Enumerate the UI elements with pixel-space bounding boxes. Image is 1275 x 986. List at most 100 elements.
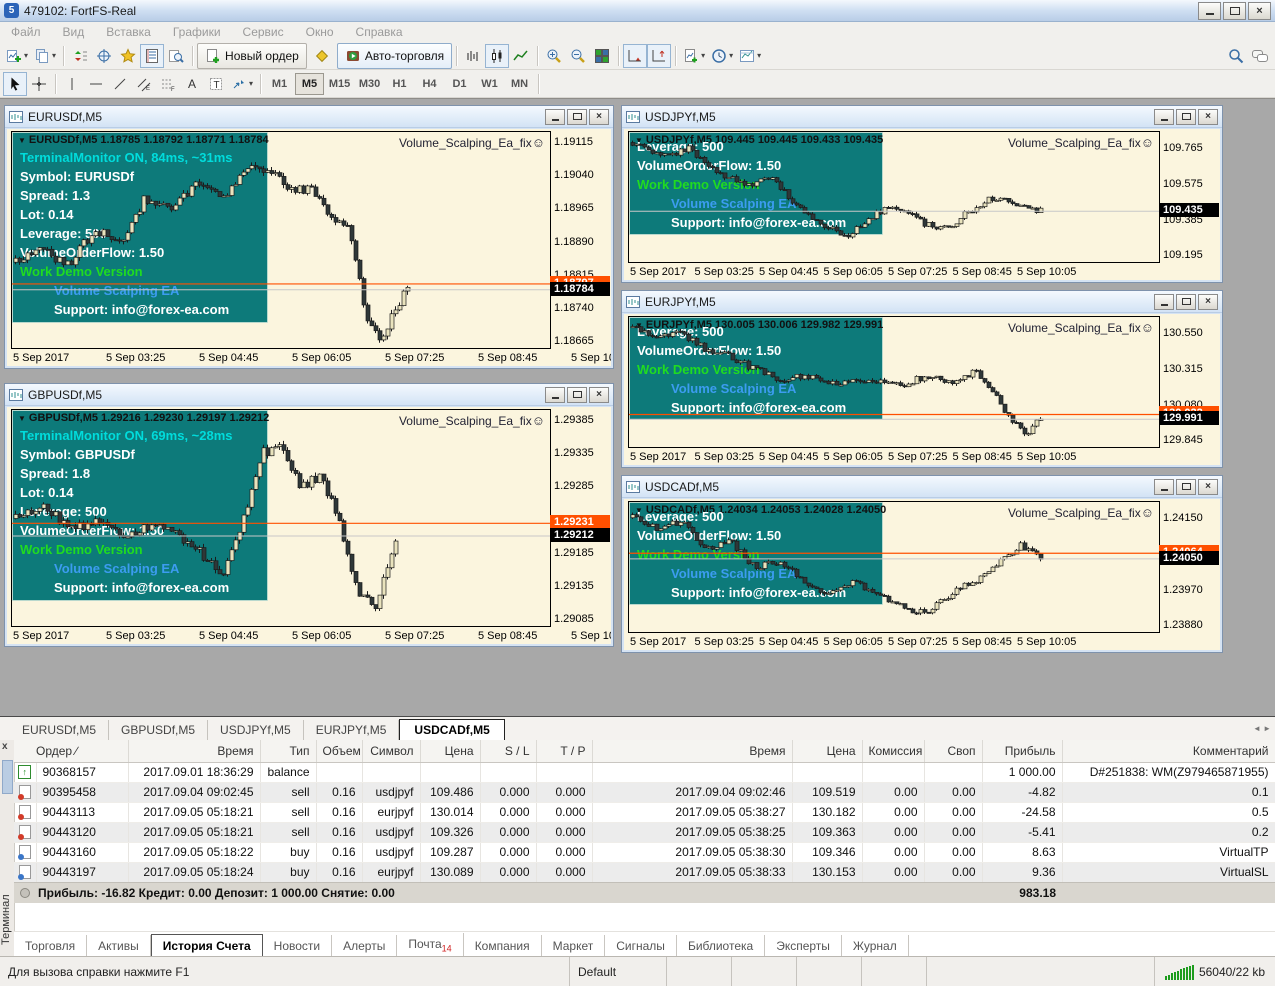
chart-plot-area[interactable]: ▼ USDCADf,M5 1.24034 1.24053 1.24028 1.24… xyxy=(628,501,1160,633)
timeframe-h1[interactable]: H1 xyxy=(385,73,414,95)
chart-minimize-button[interactable] xyxy=(545,386,565,403)
chart-window-eurjpyf-m5[interactable]: EURJPYf,M5 × ▼ EURJPYf,M5 130.005 130.006 1… xyxy=(621,290,1223,468)
horizontal-line-tool-button[interactable] xyxy=(84,72,108,96)
menu-item[interactable]: Графики xyxy=(162,25,232,39)
chart-plot-area[interactable]: ▼ GBPUSDf,M5 1.29216 1.29230 1.29197 1.29… xyxy=(11,409,551,627)
chat-button[interactable] xyxy=(1248,44,1272,68)
periods-button[interactable]: ▾ xyxy=(708,44,736,68)
timeframe-h4[interactable]: H4 xyxy=(415,73,444,95)
terminal-tab-активы[interactable]: Активы xyxy=(87,935,151,956)
terminal-tab-сигналы[interactable]: Сигналы xyxy=(605,935,677,956)
tab-scroll-arrows[interactable]: ◄ ► xyxy=(1253,724,1271,733)
price-axis[interactable]: 1.293851.293351.292851.292351.291851.291… xyxy=(549,409,611,626)
history-header-row[interactable]: Ордер ∕ Время Тип Объем Символ Цена S / LT / P… xyxy=(14,740,1275,763)
timeframe-m30[interactable]: M30 xyxy=(355,73,384,95)
terminal-tab-библиотека[interactable]: Библиотека xyxy=(677,935,766,956)
menu-item[interactable]: Файл xyxy=(0,25,52,39)
chart-tab-usdcadf-m5[interactable]: USDCADf,M5 xyxy=(399,719,505,740)
chart-restore-button[interactable] xyxy=(567,386,587,403)
menu-item[interactable]: Окно xyxy=(295,25,345,39)
column-header-7[interactable]: T / P xyxy=(536,740,593,763)
chart-plot-area[interactable]: ▼ EURJPYf,M5 130.005 130.006 129.982 129.… xyxy=(628,316,1160,448)
search-button[interactable] xyxy=(1224,44,1248,68)
indicators-button[interactable]: ▾ xyxy=(680,44,708,68)
terminal-tab-новости[interactable]: Новости xyxy=(263,935,333,956)
chart-minimize-button[interactable] xyxy=(545,108,565,125)
terminal-tab-маркет[interactable]: Маркет xyxy=(542,935,606,956)
timeframe-m1[interactable]: M1 xyxy=(265,73,294,95)
terminal-tab-почта[interactable]: Почта14 xyxy=(397,932,464,956)
price-axis[interactable]: 130.550130.315130.080129.845130.022129.9… xyxy=(1158,316,1220,447)
time-axis[interactable]: 5 Sep 2017 5 Sep 03:25 5 Sep 04:45 5 Sep 06… xyxy=(628,634,1220,650)
line-chart-button[interactable] xyxy=(509,44,533,68)
chart-shift-button[interactable] xyxy=(647,43,672,68)
data-window-button[interactable] xyxy=(92,44,116,68)
chart-plot-area[interactable]: ▼ USDJPYf,M5 109.445 109.445 109.433 109.… xyxy=(628,131,1160,263)
minimize-button[interactable] xyxy=(1198,1,1221,20)
chart-minimize-button[interactable] xyxy=(1154,478,1174,495)
column-header-13[interactable]: Комментарий xyxy=(1062,740,1275,763)
arrows-tool-button[interactable]: ▾ xyxy=(228,72,256,96)
candlestick-chart-button[interactable] xyxy=(485,43,510,68)
templates-button[interactable]: ▾ xyxy=(736,44,764,68)
chart-window-titlebar[interactable]: EURJPYf,M5 × xyxy=(622,291,1222,313)
terminal-tab-эксперты[interactable]: Эксперты xyxy=(765,935,842,956)
chart-plot-area[interactable]: ▼ EURUSDf,M5 1.18785 1.18792 1.18771 1.18… xyxy=(11,131,551,349)
auto-scroll-button[interactable] xyxy=(623,43,648,68)
new-order-button[interactable]: Новый ордер xyxy=(197,42,307,69)
timeframe-m5[interactable]: M5 xyxy=(295,72,325,95)
chart-window-titlebar[interactable]: USDJPYf,M5 × xyxy=(622,106,1222,128)
menu-item[interactable]: Вид xyxy=(52,25,96,39)
terminal-tab-компания[interactable]: Компания xyxy=(464,935,542,956)
connection-status[interactable]: 56040/22 kb xyxy=(1153,957,1275,986)
timeframe-m15[interactable]: M15 xyxy=(325,73,354,95)
chart-window-titlebar[interactable]: EURUSDf,M5 × xyxy=(5,106,613,128)
tile-windows-button[interactable] xyxy=(590,44,614,68)
bar-chart-button[interactable] xyxy=(461,44,485,68)
column-header-1[interactable]: Время xyxy=(128,740,261,763)
terminal-tab-журнал[interactable]: Журнал xyxy=(842,935,909,956)
close-button[interactable]: × xyxy=(1248,1,1271,20)
chart-window-titlebar[interactable]: GBPUSDf,M5 × xyxy=(5,384,613,406)
history-row[interactable]: 90443160 2017.09.05 05:18:22 buy 0.16 usdjpy… xyxy=(14,842,1275,863)
terminal-scrollbar[interactable] xyxy=(2,760,13,794)
column-header-8[interactable]: Время xyxy=(592,740,793,763)
terminal-tab-алерты[interactable]: Алерты xyxy=(332,935,398,956)
metaeditor-button[interactable] xyxy=(310,44,334,68)
column-header-4[interactable]: Символ xyxy=(362,740,421,763)
profiles-button[interactable]: ▾ xyxy=(31,44,59,68)
chart-close-button[interactable]: × xyxy=(589,108,609,125)
menu-item[interactable]: Справка xyxy=(345,25,414,39)
chart-window-gbpusdf-m5[interactable]: GBPUSDf,M5 × ▼ GBPUSDf,M5 1.29216 1.29230 1… xyxy=(4,383,614,647)
auto-trading-button[interactable]: Авто-торговля xyxy=(336,42,453,69)
chart-close-button[interactable]: × xyxy=(1198,478,1218,495)
chart-close-button[interactable]: × xyxy=(589,386,609,403)
market-watch-button[interactable] xyxy=(68,44,92,68)
crosshair-tool-button[interactable] xyxy=(27,72,51,96)
time-axis[interactable]: 5 Sep 2017 5 Sep 03:25 5 Sep 04:45 5 Sep 06… xyxy=(628,449,1220,465)
column-header-2[interactable]: Тип xyxy=(260,740,317,763)
timeframe-d1[interactable]: D1 xyxy=(445,73,474,95)
chart-tab-usdjpyf-m5[interactable]: USDJPYf,M5 xyxy=(208,720,304,740)
chart-tab-eurjpyf-m5[interactable]: EURJPYf,M5 xyxy=(304,720,400,740)
chart-window-titlebar[interactable]: USDCADf,M5 × xyxy=(622,476,1222,498)
chart-restore-button[interactable] xyxy=(1176,293,1196,310)
chart-window-usdcadf-m5[interactable]: USDCADf,M5 × ▼ USDCADf,M5 1.24034 1.24053 1… xyxy=(621,475,1223,653)
chart-window-eurusdf-m5[interactable]: EURUSDf,M5 × ▼ EURUSDf,M5 1.18785 1.18792 1… xyxy=(4,105,614,369)
time-axis[interactable]: 5 Sep 2017 5 Sep 03:25 5 Sep 04:45 5 Sep 06… xyxy=(11,628,611,644)
menu-item[interactable]: Вставка xyxy=(95,25,162,39)
strategy-tester-button[interactable] xyxy=(164,44,188,68)
text-tool-button[interactable]: A xyxy=(180,72,204,96)
navigator-button[interactable] xyxy=(116,44,140,68)
history-row[interactable]: 90443197 2017.09.05 05:18:24 buy 0.16 eurjpy… xyxy=(14,862,1275,883)
price-axis[interactable]: 1.241501.240601.239701.238801.240641.240… xyxy=(1158,501,1220,632)
column-header-5[interactable]: Цена xyxy=(420,740,481,763)
timeframe-mn[interactable]: MN xyxy=(505,73,534,95)
text-label-tool-button[interactable]: T xyxy=(204,72,228,96)
time-axis[interactable]: 5 Sep 2017 5 Sep 03:25 5 Sep 04:45 5 Sep 06… xyxy=(628,264,1220,280)
chart-close-button[interactable]: × xyxy=(1198,108,1218,125)
maximize-button[interactable] xyxy=(1223,1,1246,20)
chart-restore-button[interactable] xyxy=(1176,478,1196,495)
chart-restore-button[interactable] xyxy=(567,108,587,125)
column-header-0[interactable]: Ордер ∕ xyxy=(14,740,129,763)
